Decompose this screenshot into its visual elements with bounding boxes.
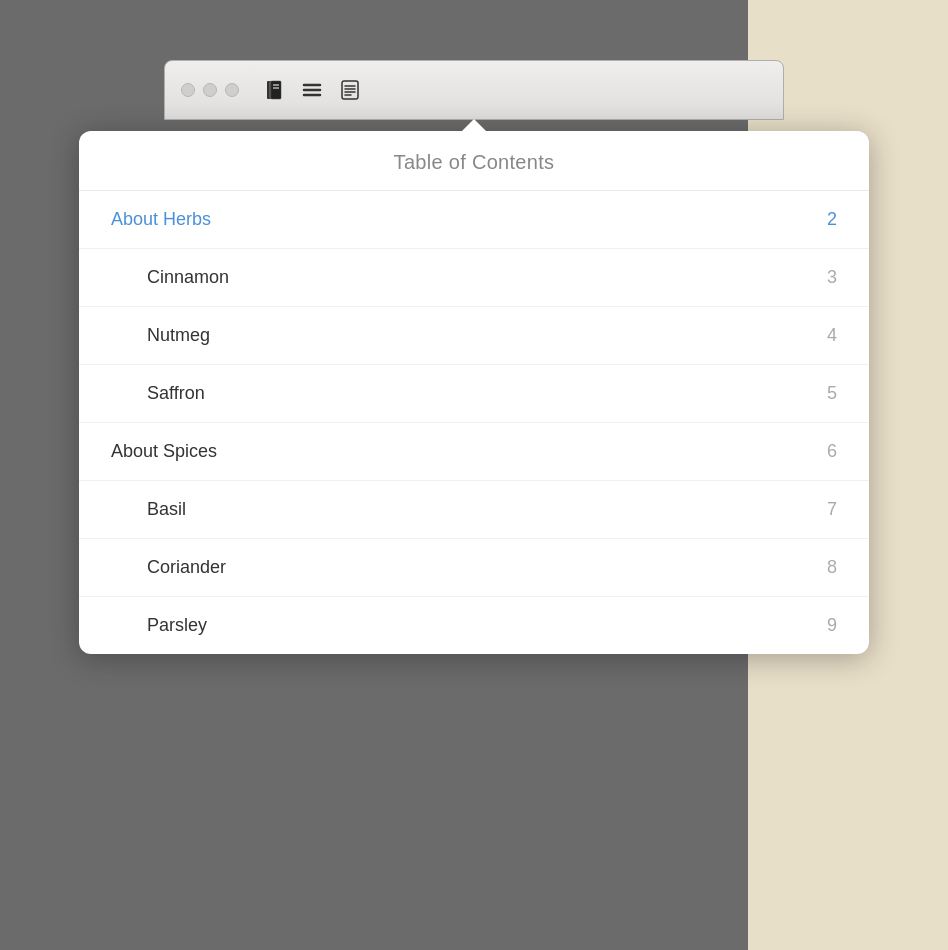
traffic-lights <box>181 83 239 97</box>
section-page-about-herbs: 2 <box>827 209 837 230</box>
item-page-nutmeg: 4 <box>827 325 837 346</box>
item-title-basil: Basil <box>147 499 186 520</box>
toc-panel: Table of Contents About Herbs 2 Cinnamon… <box>79 131 869 654</box>
section-title-about-herbs: About Herbs <box>111 209 211 230</box>
item-page-saffron: 5 <box>827 383 837 404</box>
toc-item-nutmeg[interactable]: Nutmeg 4 <box>79 307 869 365</box>
item-title-cinnamon: Cinnamon <box>147 267 229 288</box>
item-title-coriander: Coriander <box>147 557 226 578</box>
minimize-button[interactable] <box>203 83 217 97</box>
list-icon[interactable] <box>297 75 327 105</box>
item-page-cinnamon: 3 <box>827 267 837 288</box>
toc-header: Table of Contents <box>79 131 869 191</box>
svg-rect-8 <box>342 81 358 99</box>
toc-item-coriander[interactable]: Coriander 8 <box>79 539 869 597</box>
title-bar <box>164 60 784 120</box>
item-page-coriander: 8 <box>827 557 837 578</box>
item-page-parsley: 9 <box>827 615 837 636</box>
item-title-nutmeg: Nutmeg <box>147 325 210 346</box>
toc-item-saffron[interactable]: Saffron 5 <box>79 365 869 423</box>
svg-rect-2 <box>271 81 281 99</box>
toolbar-icons <box>259 75 365 105</box>
toc-item-basil[interactable]: Basil 7 <box>79 481 869 539</box>
popover-arrow <box>460 119 488 133</box>
item-title-parsley: Parsley <box>147 615 207 636</box>
toc-list: About Herbs 2 Cinnamon 3 Nutmeg 4 Saffro… <box>79 191 869 654</box>
section-title-about-spices: About Spices <box>111 441 217 462</box>
toc-item-cinnamon[interactable]: Cinnamon 3 <box>79 249 869 307</box>
toc-title: Table of Contents <box>103 151 845 174</box>
toc-section-about-herbs[interactable]: About Herbs 2 <box>79 191 869 249</box>
toc-item-parsley[interactable]: Parsley 9 <box>79 597 869 654</box>
toc-section-about-spices[interactable]: About Spices 6 <box>79 423 869 481</box>
window-container: Table of Contents About Herbs 2 Cinnamon… <box>79 60 869 654</box>
item-title-saffron: Saffron <box>147 383 205 404</box>
maximize-button[interactable] <box>225 83 239 97</box>
close-button[interactable] <box>181 83 195 97</box>
item-page-basil: 7 <box>827 499 837 520</box>
book-icon[interactable] <box>259 75 289 105</box>
document-icon[interactable] <box>335 75 365 105</box>
section-page-about-spices: 6 <box>827 441 837 462</box>
